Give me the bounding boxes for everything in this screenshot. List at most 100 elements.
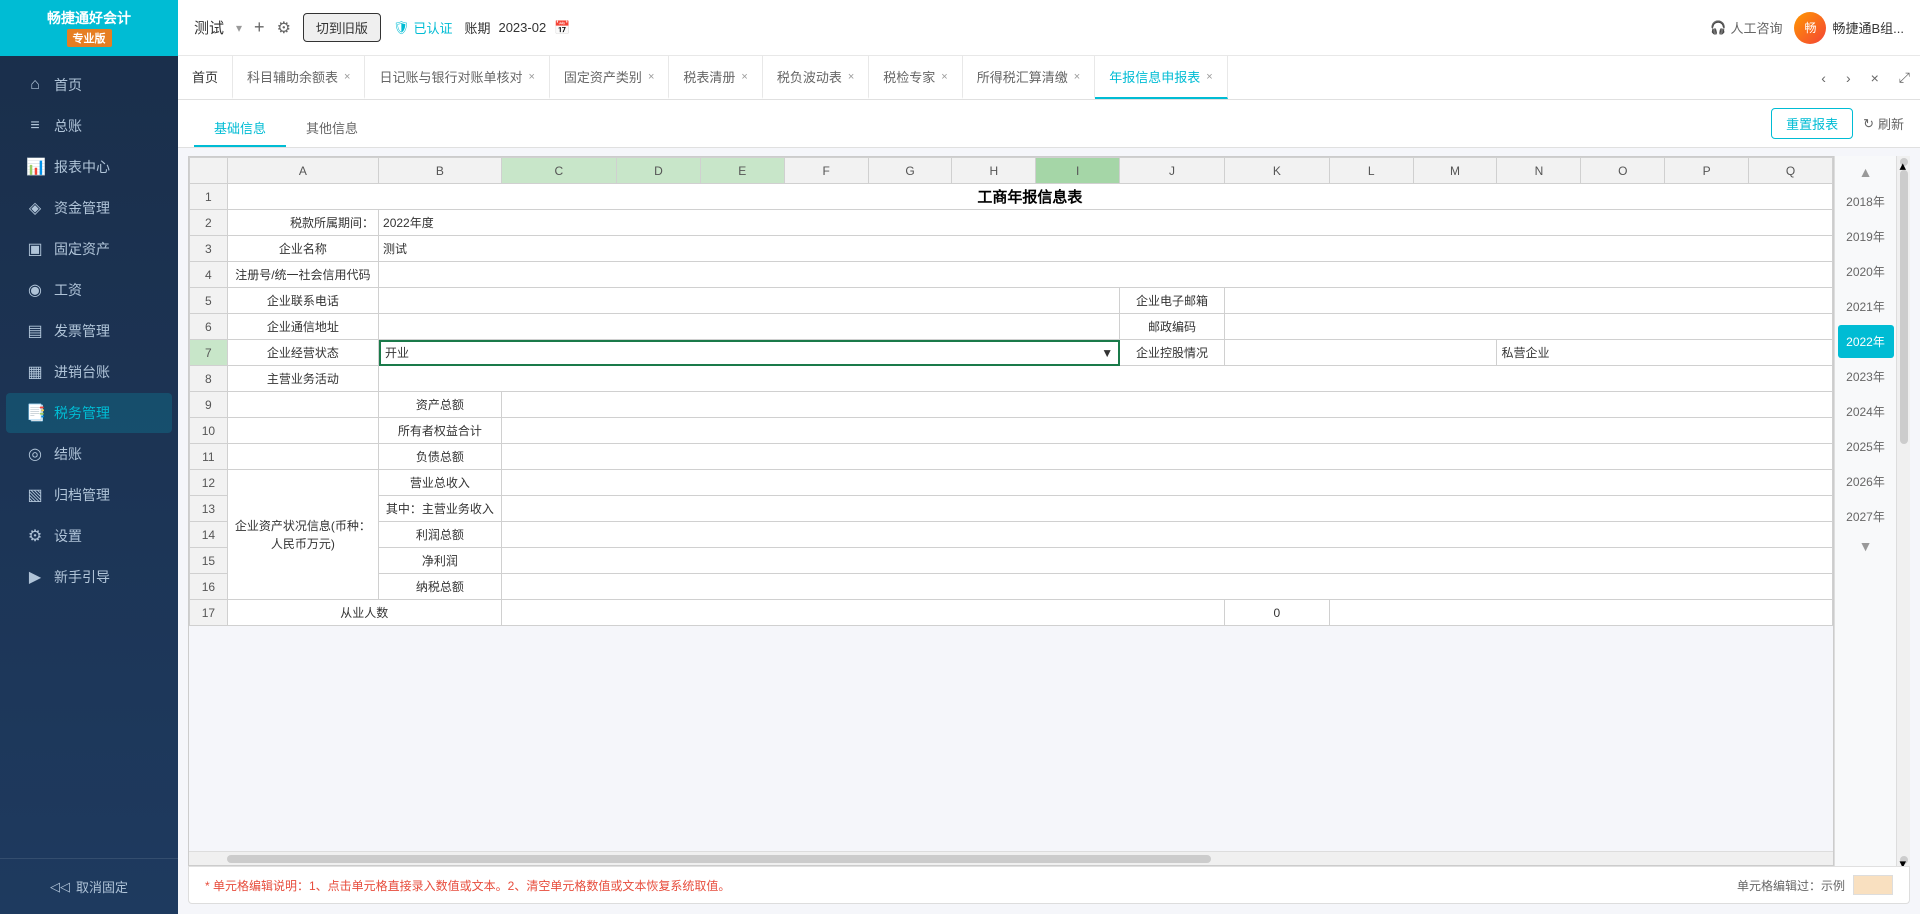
sidebar-item-stock[interactable]: ▦ 进销台账 (6, 352, 172, 392)
tab-taxcheck[interactable]: 税检专家 × (869, 56, 962, 99)
h-scrollbar-thumb[interactable] (227, 855, 1211, 863)
tab-next-button[interactable]: › (1836, 56, 1861, 99)
tab-yearreport[interactable]: 年报信息申报表 × (1095, 56, 1227, 99)
cell-6B[interactable] (379, 314, 1120, 340)
refresh-button[interactable]: ↻ 刷新 (1863, 114, 1904, 133)
sidebar-item-label: 首页 (54, 75, 82, 95)
cell-15C[interactable] (501, 548, 1832, 574)
v-scrollbar[interactable]: ▴ ▾ (1896, 156, 1910, 866)
tab-taxreturn-close[interactable]: × (741, 71, 747, 83)
v-scroll-up[interactable]: ▴ (1900, 158, 1908, 166)
cell-7O[interactable]: 私营企业 (1497, 340, 1833, 366)
tab-taxreturn[interactable]: 税表清册 × (669, 56, 762, 99)
tab-taxreturn-label: 税表清册 (683, 67, 735, 86)
spreadsheet-scroll-area[interactable]: A B C D E F G H I J K L (189, 157, 1833, 851)
tab-incometax-close[interactable]: × (1074, 71, 1080, 83)
calendar-icon[interactable]: 📅 (554, 20, 570, 36)
tab-journal[interactable]: 日记账与银行对账单核对 × (365, 56, 549, 99)
year-scroll-up[interactable]: ▲ (1855, 160, 1877, 184)
tab-incometax[interactable]: 所得税汇算清缴 × (963, 56, 1095, 99)
cell-10A[interactable] (227, 418, 378, 444)
sidebar-item-reports[interactable]: 📊 报表中心 (6, 147, 172, 187)
cell-4B[interactable] (379, 262, 1833, 288)
cell-3B[interactable]: 测试 (379, 236, 1833, 262)
tab-prev-button[interactable]: ‹ (1811, 56, 1836, 99)
sidebar-item-invoice[interactable]: ▤ 发票管理 (6, 311, 172, 351)
dropdown-arrow-icon: ▼ (1101, 346, 1113, 360)
tab-assets-close[interactable]: × (648, 71, 654, 83)
v-scroll-down[interactable]: ▾ (1900, 856, 1908, 864)
sidebar-item-archive[interactable]: ▧ 归档管理 (6, 475, 172, 515)
cell-7C[interactable]: 开业 ▼ (379, 340, 1120, 366)
sidebar-item-settle[interactable]: ◎ 结账 (6, 434, 172, 474)
cell-14C[interactable] (501, 522, 1832, 548)
year-2027[interactable]: 2027年 (1838, 500, 1894, 533)
row-number: 9 (190, 392, 228, 418)
cell-8B[interactable] (379, 366, 1833, 392)
tab-auxiliary[interactable]: 科目辅助余额表 × (233, 56, 365, 99)
tab-auxiliary-close[interactable]: × (344, 71, 350, 83)
sidebar-item-tax[interactable]: 📑 税务管理 (6, 393, 172, 433)
cell-12C[interactable] (501, 470, 1832, 496)
tab-taxwave-close[interactable]: × (848, 71, 854, 83)
tab-journal-close[interactable]: × (528, 71, 534, 83)
sidebar-item-settings[interactable]: ⚙ 设置 (6, 516, 172, 556)
reset-button[interactable]: 重置报表 (1771, 108, 1853, 139)
cell-5K[interactable] (1224, 288, 1832, 314)
cell-9C[interactable] (501, 392, 1832, 418)
v-scrollbar-thumb[interactable] (1900, 170, 1908, 444)
year-2020[interactable]: 2020年 (1838, 255, 1894, 288)
year-2019[interactable]: 2019年 (1838, 220, 1894, 253)
tab-home[interactable]: 首页 (178, 56, 233, 99)
user-menu[interactable]: 畅 畅捷通B组... (1794, 12, 1904, 44)
cell-5B[interactable] (379, 288, 1120, 314)
h-scrollbar[interactable] (189, 851, 1833, 865)
year-2024[interactable]: 2024年 (1838, 395, 1894, 428)
cell-6K[interactable] (1224, 314, 1832, 340)
tab-taxcheck-close[interactable]: × (941, 71, 947, 83)
row-number: 5 (190, 288, 228, 314)
cell-11A[interactable] (227, 444, 378, 470)
table-row: 14 利润总额 (190, 522, 1833, 548)
year-2021[interactable]: 2021年 (1838, 290, 1894, 323)
sidebar-item-guide[interactable]: ▶ 新手引导 (6, 557, 172, 597)
cell-2B[interactable]: 2022年度 (379, 210, 1833, 236)
cell-16C[interactable] (501, 574, 1832, 600)
sidebar-item-assets[interactable]: ▣ 固定资产 (6, 229, 172, 269)
year-2023[interactable]: 2023年 (1838, 360, 1894, 393)
subtab-basic[interactable]: 基础信息 (194, 110, 286, 147)
tab-close-all-button[interactable]: × (1861, 56, 1889, 99)
cell-13C[interactable] (501, 496, 1832, 522)
cell-7K[interactable] (1224, 340, 1497, 366)
topbar-settings-icon[interactable]: ⚙ (277, 18, 291, 38)
subtab-other[interactable]: 其他信息 (286, 110, 378, 147)
topbar-dropdown-icon[interactable]: ▾ (236, 21, 242, 35)
sheet-title-cell[interactable]: 工商年报信息表 (227, 184, 1832, 210)
cell-17K[interactable]: 0 (1224, 600, 1329, 626)
tab-yearreport-label: 年报信息申报表 (1109, 67, 1200, 86)
sidebar-item-wages[interactable]: ◉ 工资 (6, 270, 172, 310)
cell-17L[interactable] (1329, 600, 1832, 626)
tab-assets[interactable]: 固定资产类别 × (550, 56, 669, 99)
cell-11C[interactable] (501, 444, 1832, 470)
tab-yearreport-close[interactable]: × (1206, 71, 1212, 83)
sidebar-item-home[interactable]: ⌂ 首页 (6, 65, 172, 105)
consult-button[interactable]: 🎧 人工咨询 (1710, 18, 1782, 37)
year-2018[interactable]: 2018年 (1838, 185, 1894, 218)
sidebar-item-funds[interactable]: ◈ 资金管理 (6, 188, 172, 228)
cell-9A[interactable] (227, 392, 378, 418)
dropdown-cell[interactable]: 开业 ▼ (379, 340, 1119, 365)
topbar-add-button[interactable]: + (254, 17, 265, 38)
row-number: 14 (190, 522, 228, 548)
year-2026[interactable]: 2026年 (1838, 465, 1894, 498)
cell-17C[interactable] (501, 600, 1224, 626)
sidebar-item-ledger[interactable]: ≡ 总账 (6, 106, 172, 146)
cancel-fixed-button[interactable]: ◁◁ 取消固定 (10, 869, 168, 904)
switch-old-version-button[interactable]: 切到旧版 (303, 13, 381, 42)
cell-10C[interactable] (501, 418, 1832, 444)
year-scroll-down[interactable]: ▼ (1855, 534, 1877, 558)
tab-taxwave[interactable]: 税负波动表 × (763, 56, 869, 99)
year-2022[interactable]: 2022年 (1838, 325, 1894, 358)
year-2025[interactable]: 2025年 (1838, 430, 1894, 463)
tab-expand-button[interactable]: ⤢ (1889, 56, 1920, 99)
